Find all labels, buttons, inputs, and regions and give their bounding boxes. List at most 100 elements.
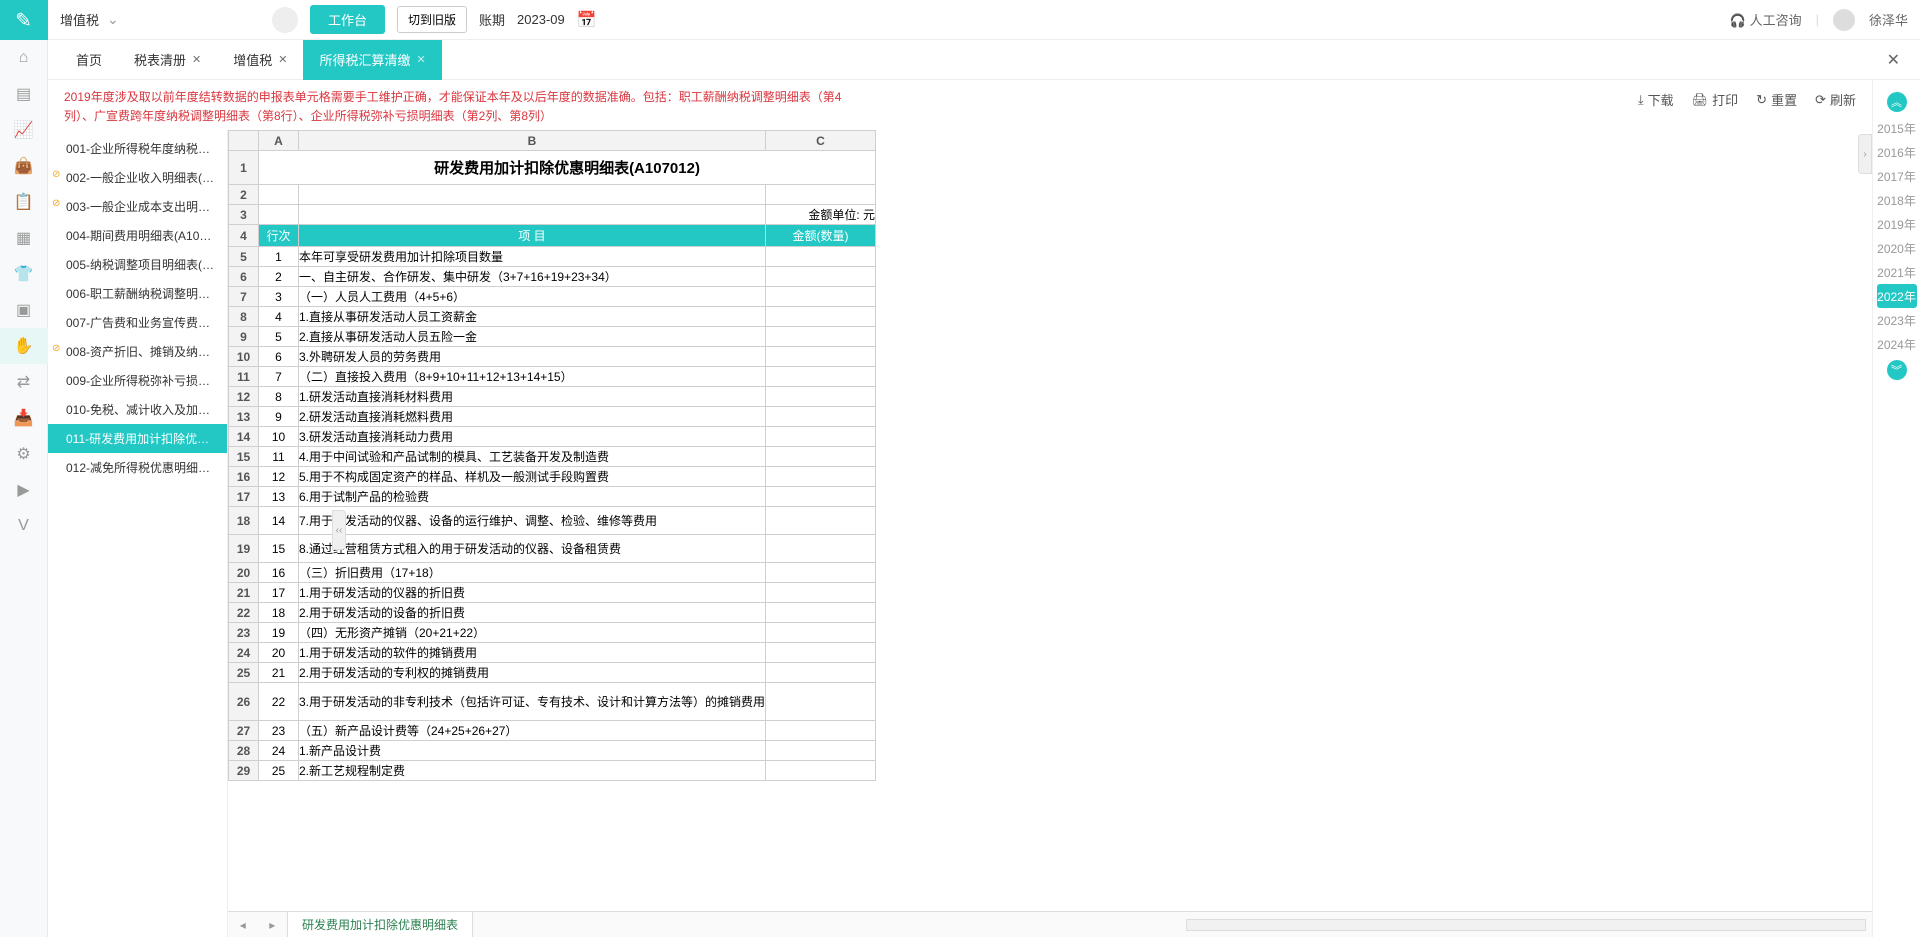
row-header[interactable]: 3 bbox=[229, 205, 259, 225]
row-header[interactable]: 29 bbox=[229, 761, 259, 781]
year-2019年[interactable]: 2019年 bbox=[1877, 212, 1917, 236]
amount-cell[interactable] bbox=[766, 287, 876, 307]
amount-cell[interactable] bbox=[766, 427, 876, 447]
amount-cell[interactable] bbox=[766, 761, 876, 781]
nav-v-icon[interactable]: V bbox=[0, 508, 48, 544]
amount-cell[interactable] bbox=[766, 407, 876, 427]
amount-cell[interactable] bbox=[766, 367, 876, 387]
grid-scroll[interactable]: ABC1研发费用加计扣除优惠明细表(A107012)23金额单位: 元4行次项 … bbox=[228, 130, 1872, 911]
form-item-11[interactable]: 012-减免所得税优惠明细表(... bbox=[48, 453, 227, 482]
row-header[interactable]: 9 bbox=[229, 327, 259, 347]
download-button[interactable]: ⤓ 下载 bbox=[1638, 90, 1674, 109]
col-header-C[interactable]: C bbox=[766, 131, 876, 151]
row-header[interactable]: 6 bbox=[229, 267, 259, 287]
tab-2[interactable]: 增值税✕ bbox=[217, 40, 303, 80]
year-2015年[interactable]: 2015年 bbox=[1877, 116, 1917, 140]
amount-cell[interactable] bbox=[766, 247, 876, 267]
nav-transfer-icon[interactable]: ⇄ bbox=[0, 364, 48, 400]
col-header-A[interactable]: A bbox=[259, 131, 299, 151]
row-header[interactable]: 24 bbox=[229, 643, 259, 663]
row-header[interactable]: 16 bbox=[229, 467, 259, 487]
calendar-icon[interactable]: 📅 bbox=[577, 10, 597, 30]
form-item-0[interactable]: 001-企业所得税年度纳税申... bbox=[48, 134, 227, 163]
nav-calc-icon[interactable]: ▦ bbox=[0, 220, 48, 256]
form-item-6[interactable]: 007-广告费和业务宣传费跨... bbox=[48, 308, 227, 337]
close-icon[interactable]: ✕ bbox=[192, 53, 201, 66]
amount-cell[interactable] bbox=[766, 535, 876, 563]
collapse-handle[interactable]: ‹‹ bbox=[332, 510, 346, 550]
nav-doc-icon[interactable]: ▤ bbox=[0, 76, 48, 112]
tab-1[interactable]: 税表清册✕ bbox=[118, 40, 217, 80]
amount-cell[interactable] bbox=[766, 327, 876, 347]
form-item-1[interactable]: ⊘002-一般企业收入明细表(A... bbox=[48, 163, 227, 192]
old-version-button[interactable]: 切到旧版 bbox=[397, 6, 467, 33]
row-header[interactable]: 20 bbox=[229, 563, 259, 583]
amount-cell[interactable] bbox=[766, 683, 876, 721]
cell[interactable] bbox=[299, 185, 766, 205]
form-item-5[interactable]: 006-职工薪酬纳税调整明细... bbox=[48, 279, 227, 308]
nav-home-icon[interactable]: ⌂ bbox=[0, 40, 48, 76]
amount-cell[interactable] bbox=[766, 267, 876, 287]
form-item-8[interactable]: 009-企业所得税弥补亏损明... bbox=[48, 366, 227, 395]
form-item-2[interactable]: ⊘003-一般企业成本支出明细... bbox=[48, 192, 227, 221]
row-header[interactable]: 8 bbox=[229, 307, 259, 327]
year-2016年[interactable]: 2016年 bbox=[1877, 140, 1917, 164]
col-header-B[interactable]: B bbox=[299, 131, 766, 151]
amount-cell[interactable] bbox=[766, 583, 876, 603]
form-item-9[interactable]: 010-免税、减计收入及加计... bbox=[48, 395, 227, 424]
row-header[interactable]: 19 bbox=[229, 535, 259, 563]
row-header[interactable]: 27 bbox=[229, 721, 259, 741]
row-header[interactable]: 1 bbox=[229, 151, 259, 185]
amount-cell[interactable] bbox=[766, 663, 876, 683]
amount-cell[interactable] bbox=[766, 721, 876, 741]
print-button[interactable]: 🖨 打印 bbox=[1692, 90, 1739, 109]
form-item-7[interactable]: ⊘008-资产折旧、摊销及纳税... bbox=[48, 337, 227, 366]
cell[interactable] bbox=[259, 205, 299, 225]
row-header[interactable]: 14 bbox=[229, 427, 259, 447]
nav-grid-icon[interactable]: ▣ bbox=[0, 292, 48, 328]
row-header[interactable]: 25 bbox=[229, 663, 259, 683]
amount-cell[interactable] bbox=[766, 643, 876, 663]
row-header[interactable]: 17 bbox=[229, 487, 259, 507]
amount-cell[interactable] bbox=[766, 447, 876, 467]
row-header[interactable]: 21 bbox=[229, 583, 259, 603]
workbench-button[interactable]: 工作台 bbox=[310, 5, 385, 34]
row-header[interactable]: 13 bbox=[229, 407, 259, 427]
year-2021年[interactable]: 2021年 bbox=[1877, 260, 1917, 284]
circle-button[interactable] bbox=[272, 7, 298, 33]
year-2024年[interactable]: 2024年 bbox=[1877, 332, 1917, 356]
form-item-4[interactable]: 005-纳税调整项目明细表(A1... bbox=[48, 250, 227, 279]
nav-settings-icon[interactable]: ⚙ bbox=[0, 436, 48, 472]
row-header[interactable]: 26 bbox=[229, 683, 259, 721]
form-item-3[interactable]: 004-期间费用明细表(A1040... bbox=[48, 221, 227, 250]
avatar[interactable] bbox=[1833, 9, 1855, 31]
year-2017年[interactable]: 2017年 bbox=[1877, 164, 1917, 188]
row-header[interactable]: 15 bbox=[229, 447, 259, 467]
amount-cell[interactable] bbox=[766, 307, 876, 327]
row-header[interactable]: 2 bbox=[229, 185, 259, 205]
reset-button[interactable]: ↻ 重置 bbox=[1756, 90, 1797, 109]
tax-type-dropdown[interactable]: 增值税 ⌄ bbox=[60, 10, 260, 29]
row-header[interactable]: 23 bbox=[229, 623, 259, 643]
nav-chart-icon[interactable]: 📈 bbox=[0, 112, 48, 148]
tab-0[interactable]: 首页 bbox=[60, 40, 118, 80]
expand-handle[interactable]: › bbox=[1858, 134, 1872, 174]
nav-inbox-icon[interactable]: 📥 bbox=[0, 400, 48, 436]
sheet-tab[interactable]: 研发费用加计扣除优惠明细表 bbox=[288, 912, 473, 937]
support-link[interactable]: 🎧 人工咨询 bbox=[1730, 10, 1802, 29]
cell[interactable] bbox=[766, 185, 876, 205]
nav-clipboard-icon[interactable]: 📋 bbox=[0, 184, 48, 220]
amount-cell[interactable] bbox=[766, 487, 876, 507]
amount-cell[interactable] bbox=[766, 507, 876, 535]
amount-cell[interactable] bbox=[766, 603, 876, 623]
nav-shirt-icon[interactable]: 👕 bbox=[0, 256, 48, 292]
year-scroll-up[interactable]: ︽ bbox=[1887, 92, 1907, 112]
horizontal-scrollbar[interactable] bbox=[1186, 919, 1866, 931]
close-all-tabs-icon[interactable]: ✕ bbox=[1879, 50, 1908, 70]
amount-cell[interactable] bbox=[766, 387, 876, 407]
cell[interactable] bbox=[299, 205, 766, 225]
sheet-nav-controls[interactable]: ◂▸ bbox=[228, 912, 288, 937]
row-header[interactable]: 18 bbox=[229, 507, 259, 535]
nav-bag-icon[interactable]: 👜 bbox=[0, 148, 48, 184]
row-header[interactable]: 5 bbox=[229, 247, 259, 267]
